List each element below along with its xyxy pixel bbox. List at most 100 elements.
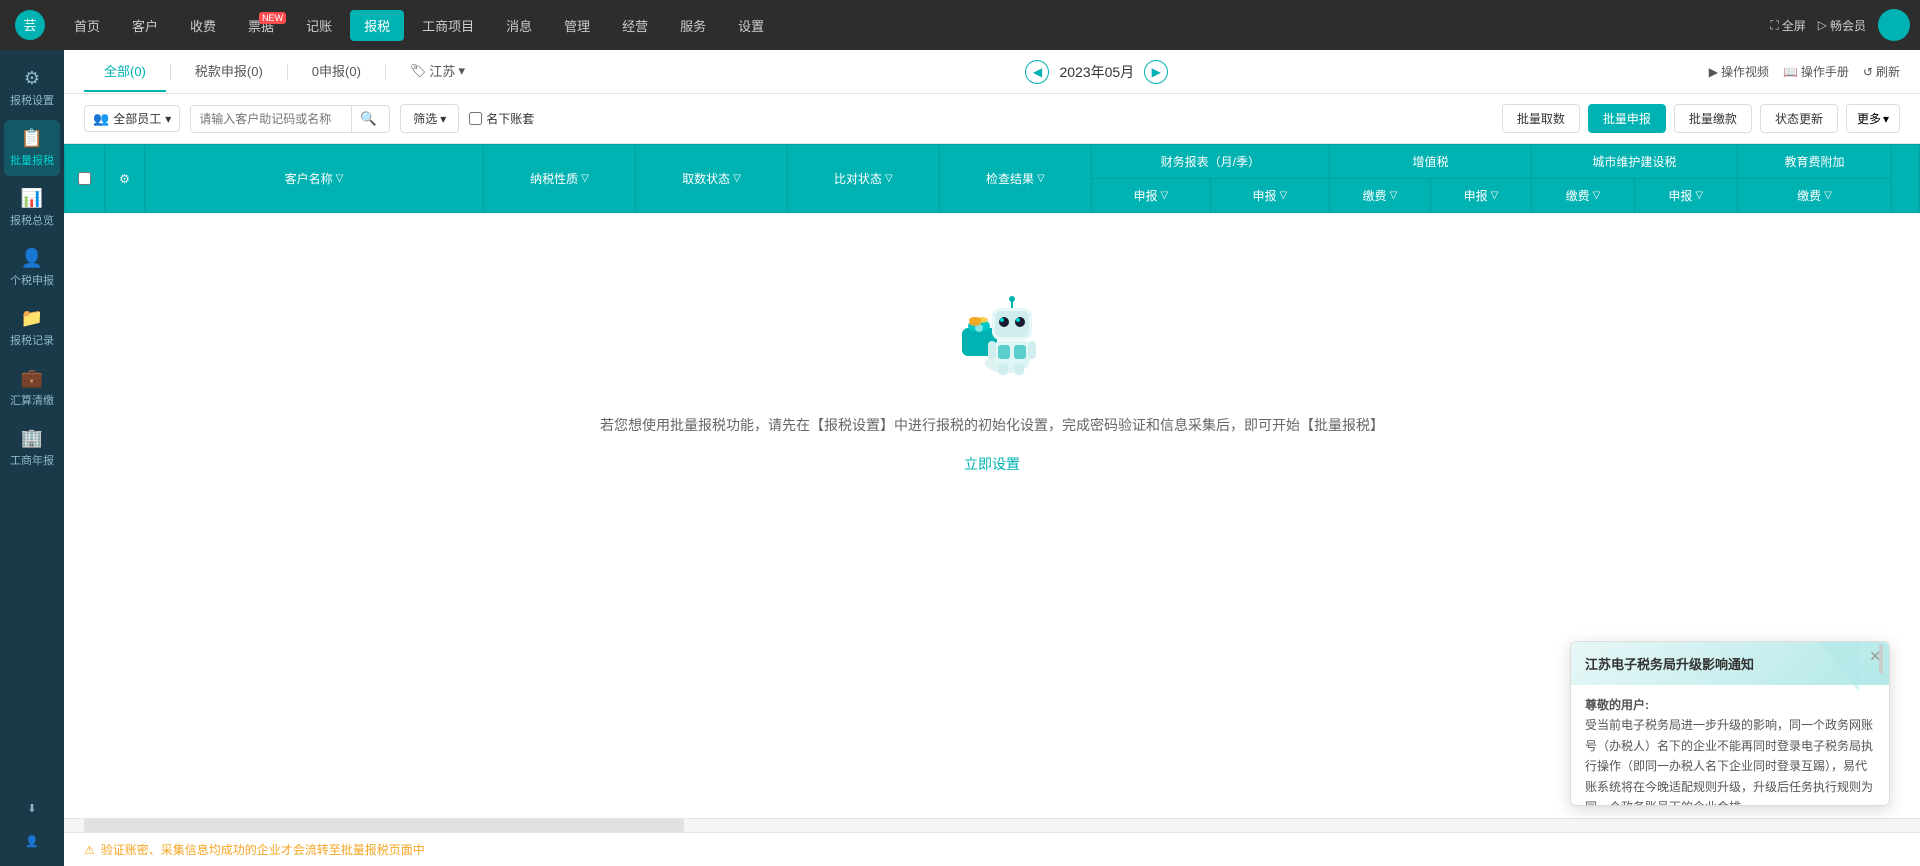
search-input[interactable]	[191, 107, 351, 131]
filter-icon-check[interactable]: ▽	[1037, 173, 1045, 184]
account-checkbox[interactable]	[469, 112, 482, 125]
prev-month-btn[interactable]: ◀	[1025, 60, 1049, 84]
notification-text: 受当前电子税务局进一步升级的影响，同一个政务网账号（办税人）名下的企业不能再同时…	[1585, 715, 1875, 805]
empty-message: 若您想使用批量报税功能，请先在【报税设置】中进行报税的初始化设置，完成密码验证和…	[600, 413, 1384, 438]
notification-panel: 江苏电子税务局升级影响通知 ✕ 尊敬的用户: 受当前电子税务局进一步升级的影响，…	[1570, 641, 1890, 806]
filter-icon-6[interactable]: ▽	[1695, 190, 1703, 201]
user-avatar[interactable]	[1878, 9, 1910, 41]
warning-icon: ⚠	[84, 843, 95, 857]
fullscreen-btn[interactable]: ⛶ 全屏	[1770, 17, 1805, 34]
nav-client[interactable]: 客户	[118, 10, 172, 41]
batch-fetch-btn[interactable]: 批量取数	[1502, 104, 1580, 133]
user-icon: 👤	[25, 835, 39, 848]
status-update-btn[interactable]: 状态更新	[1760, 104, 1838, 133]
account-checkbox-label[interactable]: 名下账套	[469, 110, 534, 127]
nav-settings[interactable]: 设置	[724, 10, 778, 41]
nav-operation[interactable]: 经营	[608, 10, 662, 41]
bottom-scrollbar[interactable]	[64, 818, 1920, 832]
client-name-header: 客户名称	[285, 170, 333, 187]
nav-manage[interactable]: 管理	[550, 10, 604, 41]
sidebar-download[interactable]: ⬇	[4, 794, 60, 823]
filter-icon-fetch-status[interactable]: ▽	[733, 173, 741, 184]
chevron-down-icon: ▾	[165, 112, 171, 126]
province-icon: 🏷	[410, 63, 427, 79]
tab-separator-1	[170, 64, 171, 80]
tab-all[interactable]: 全部(0)	[84, 51, 166, 92]
filter-icon-7[interactable]: ▽	[1824, 190, 1832, 201]
notification-greeting: 尊敬的用户:	[1585, 698, 1649, 712]
sidebar-bottom: ⬇ 👤	[4, 794, 60, 856]
province-label: 江苏	[429, 61, 455, 80]
sidebar-item-annual-report[interactable]: 🏢 工商年报	[4, 420, 60, 476]
fullscreen-icon: ⛶	[1770, 18, 1778, 33]
batch-pay-btn[interactable]: 批量缴款	[1674, 104, 1752, 133]
more-btn[interactable]: 更多 ▾	[1846, 104, 1900, 133]
sidebar-label-tax-settings: 报税设置	[10, 92, 54, 108]
settlement-icon: 💼	[21, 368, 43, 389]
notification-scrollbar[interactable]	[1877, 642, 1885, 805]
tab-right-actions: ▶ 操作视频 📖 操作手册 ↺ 刷新	[1709, 63, 1900, 80]
filter-icon-4[interactable]: ▽	[1491, 190, 1499, 201]
download-icon: ⬇	[27, 802, 36, 815]
tab-separator-3	[385, 64, 386, 80]
chevron-down-icon: ▾	[458, 63, 465, 79]
empty-robot-illustration	[932, 273, 1052, 393]
filter-icon-3[interactable]: ▽	[1390, 190, 1398, 201]
nav-fee[interactable]: 收费	[176, 10, 230, 41]
sidebar-item-tax-settings[interactable]: ⚙ 报税设置	[4, 60, 60, 116]
app-logo[interactable]: 芸	[10, 5, 50, 45]
tabs-bar: 全部(0) 税款申报(0) 0申报(0) 🏷 江苏 ▾ ◀ 2023年05月 ▶…	[64, 50, 1920, 94]
nav-bill[interactable]: 票据 NEW	[234, 10, 288, 41]
new-badge: NEW	[259, 12, 286, 24]
refresh-link[interactable]: ↺ 刷新	[1863, 63, 1900, 80]
filter-icon-client[interactable]: ▽	[336, 173, 344, 184]
filter-btn[interactable]: 筛选 ▾	[400, 104, 459, 133]
search-btn[interactable]: 🔍	[351, 106, 385, 132]
scrollbar-track	[84, 819, 684, 832]
sidebar: ⚙ 报税设置 📋 批量报税 📊 报税总览 👤 个税申报 📁 报税记录 💼 汇算清…	[0, 50, 64, 866]
filter-icon-5[interactable]: ▽	[1593, 190, 1601, 201]
tax-overview-icon: 📊	[21, 188, 43, 209]
nav-message[interactable]: 消息	[492, 10, 546, 41]
month-nav: ◀ 2023年05月 ▶	[485, 60, 1709, 84]
svg-text:芸: 芸	[23, 18, 36, 33]
status-text: 验证账密、采集信息均成功的企业才会流转至批量报税页面中	[101, 841, 425, 858]
sidebar-item-personal-tax[interactable]: 👤 个税申报	[4, 240, 60, 296]
annual-report-icon: 🏢	[21, 428, 43, 449]
nav-business[interactable]: 工商项目	[408, 10, 488, 41]
sidebar-item-batch-tax[interactable]: 📋 批量报税	[4, 120, 60, 176]
search-wrap: 🔍	[190, 105, 390, 133]
nav-tax[interactable]: 报税	[350, 10, 404, 41]
sidebar-label-annual-report: 工商年报	[10, 452, 54, 468]
tab-province[interactable]: 🏷 江苏 ▾	[390, 51, 485, 92]
filter-icon-1[interactable]: ▽	[1160, 190, 1168, 201]
nav-service[interactable]: 服务	[666, 10, 720, 41]
filter-icon-tax-type[interactable]: ▽	[581, 173, 589, 184]
nav-accounting[interactable]: 记账	[292, 10, 346, 41]
setup-link[interactable]: 立即设置	[964, 454, 1020, 474]
sidebar-item-settlement[interactable]: 💼 汇算清缴	[4, 360, 60, 416]
sidebar-item-tax-overview[interactable]: 📊 报税总览	[4, 180, 60, 236]
month-display: 2023年05月	[1059, 62, 1134, 82]
filter-icon-compare[interactable]: ▽	[885, 173, 893, 184]
member-icon: ▷	[1818, 18, 1827, 32]
next-month-btn[interactable]: ▶	[1144, 60, 1168, 84]
tab-tax-declare[interactable]: 税款申报(0)	[175, 51, 283, 92]
manual-link[interactable]: 📖 操作手册	[1783, 63, 1849, 80]
main-content: 全部(0) 税款申报(0) 0申报(0) 🏷 江苏 ▾ ◀ 2023年05月 ▶…	[64, 50, 1920, 866]
empty-state: 若您想使用批量报税功能，请先在【报税设置】中进行报税的初始化设置，完成密码验证和…	[65, 213, 1920, 534]
video-icon: ▶	[1709, 65, 1718, 79]
video-link[interactable]: ▶ 操作视频	[1709, 63, 1769, 80]
employee-icon: 👥	[93, 111, 109, 127]
gear-icon[interactable]: ⚙	[119, 172, 130, 186]
batch-declare-btn[interactable]: 批量申报	[1588, 104, 1666, 133]
sidebar-user[interactable]: 👤	[4, 827, 60, 856]
select-all-checkbox[interactable]	[78, 172, 91, 185]
employee-select[interactable]: 👥 全部员工 ▾	[84, 105, 180, 132]
nav-home[interactable]: 首页	[60, 10, 114, 41]
sidebar-item-tax-records[interactable]: 📁 报税记录	[4, 300, 60, 356]
right-tools: ⛶ 全屏 ▷ 畅会员	[1770, 9, 1910, 41]
filter-icon-2[interactable]: ▽	[1280, 190, 1288, 201]
member-btn[interactable]: ▷ 畅会员	[1818, 17, 1866, 34]
tab-zero-declare[interactable]: 0申报(0)	[292, 51, 381, 92]
